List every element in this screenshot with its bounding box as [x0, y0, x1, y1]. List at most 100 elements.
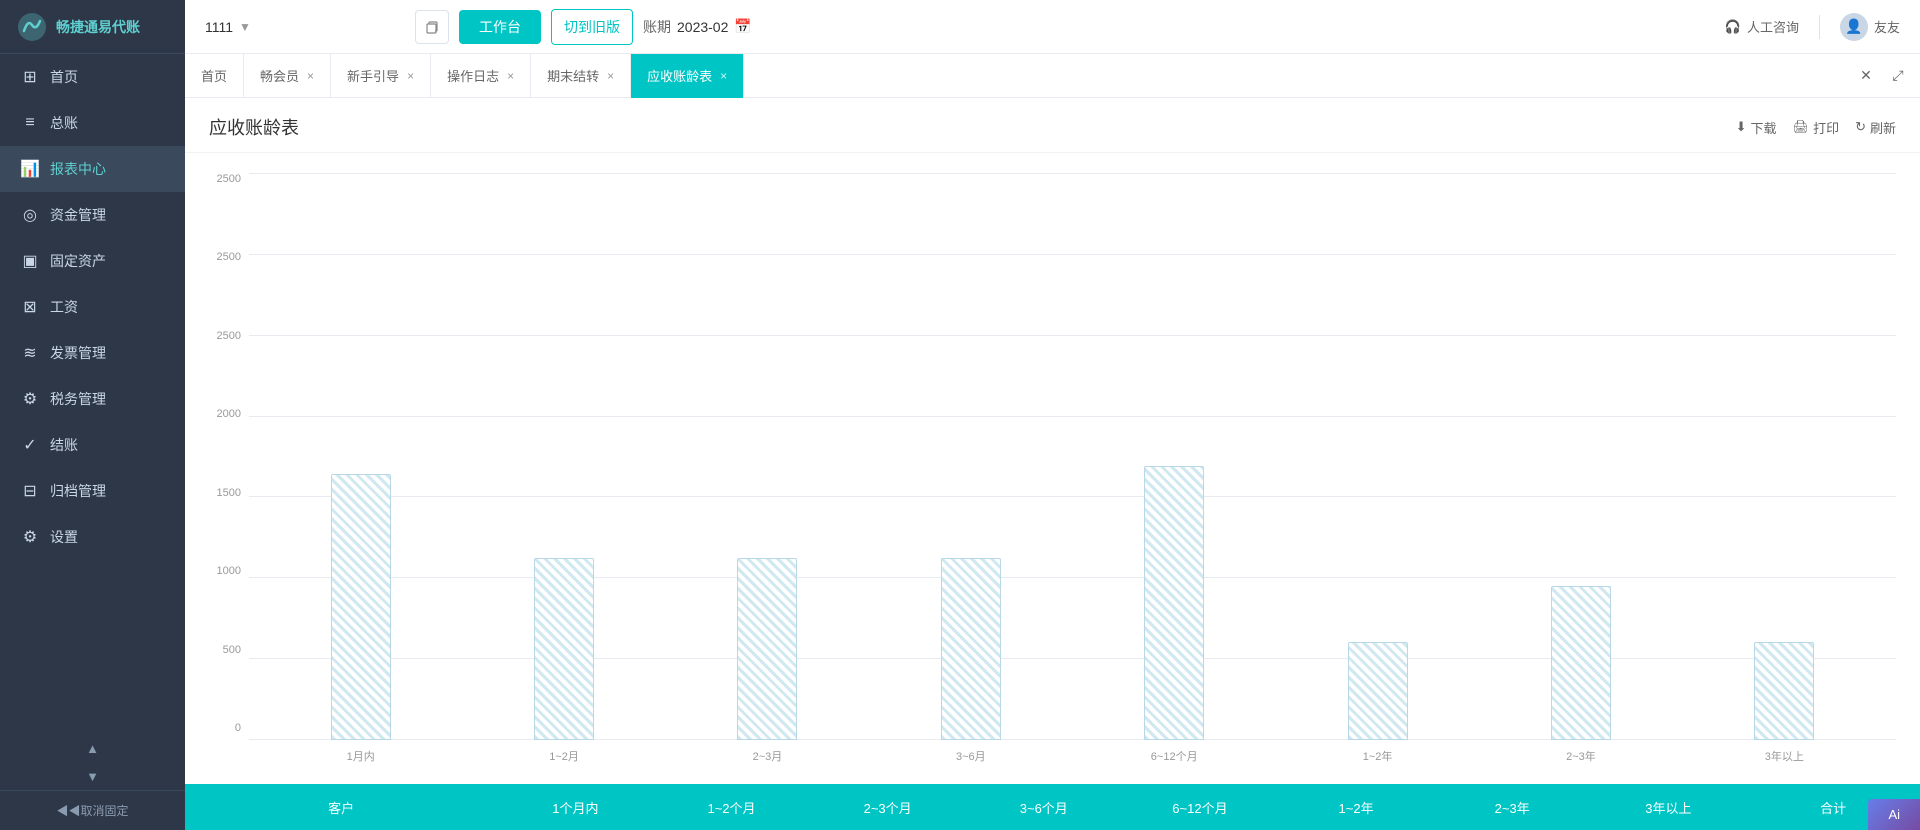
nav-icon-invoice: ≋ — [20, 343, 40, 363]
chart-bar[interactable] — [1144, 466, 1204, 740]
copy-icon-btn[interactable] — [415, 10, 449, 44]
table-header: 客户1个月内1~2个月2~3个月3~6个月6~12个月1~2年2~3年3年以上合… — [185, 784, 1920, 830]
download-icon: ⬇ — [1736, 119, 1747, 135]
table-header-cell: 2~3个月 — [810, 798, 966, 817]
bar-group — [1348, 642, 1408, 740]
tab-close-aging[interactable]: × — [720, 69, 727, 83]
sidebar-item-checkout[interactable]: ✓ 结账 — [0, 422, 185, 468]
bar-group — [941, 558, 1001, 740]
sidebar-logo: 畅捷通易代账 — [0, 0, 185, 54]
sidebar-item-payroll[interactable]: ⊠ 工资 — [0, 284, 185, 330]
sidebar-item-ledger[interactable]: ≡ 总账 — [0, 100, 185, 146]
nav-icon-funds: ◎ — [20, 205, 40, 225]
sidebar-item-settings[interactable]: ⚙ 设置 — [0, 514, 185, 560]
bar-group — [534, 558, 594, 740]
nav-icon-payroll: ⊠ — [20, 297, 40, 317]
period-value: 2023-02 — [677, 19, 728, 35]
chart-bar[interactable] — [1348, 642, 1408, 740]
tabs-bar: 首页畅会员×新手引导×操作日志×期末结转×应收账龄表× ✕ ⤢ — [185, 54, 1920, 98]
switch-version-button[interactable]: 切到旧版 — [551, 9, 633, 45]
x-labels: 1月内1~2月2~3月3~6月6~12个月1~2年2~3年3年以上 — [249, 740, 1896, 764]
sidebar-nav: ⊞ 首页 ≡ 总账 📊 报表中心 ◎ 资金管理 ▣ 固定资产 ⊠ 工资 ≋ 发票… — [0, 54, 185, 734]
sidebar-item-assets[interactable]: ▣ 固定资产 — [0, 238, 185, 284]
cancel-fixed-btn[interactable]: ◀◀取消固定 — [0, 790, 185, 830]
nav-icon-tax: ⚙ — [20, 389, 40, 409]
tab-close-guide[interactable]: × — [407, 69, 414, 83]
service-button[interactable]: 🎧 人工咨询 — [1725, 17, 1799, 36]
company-dropdown-arrow[interactable]: ▼ — [239, 20, 251, 34]
table-header-cell: 客户 — [185, 798, 497, 817]
scroll-up-btn[interactable]: ▲ — [0, 734, 185, 762]
period-display: 账期 2023-02 📅 — [643, 17, 752, 37]
chart-bar[interactable] — [331, 474, 391, 740]
y-axis-label: 2500 — [217, 173, 241, 185]
sidebar-item-reports[interactable]: 📊 报表中心 — [0, 146, 185, 192]
calendar-icon[interactable]: 📅 — [734, 18, 751, 35]
table-header-cell: 1~2个月 — [653, 798, 809, 817]
sidebar: 畅捷通易代账 ⊞ 首页 ≡ 总账 📊 报表中心 ◎ 资金管理 ▣ 固定资产 ⊠ … — [0, 0, 185, 830]
nav-label-ledger: 总账 — [50, 113, 78, 133]
expand-tab-btn[interactable]: ⤢ — [1884, 62, 1912, 90]
y-axis-label: 1500 — [217, 487, 241, 499]
y-axis-label: 2500 — [217, 330, 241, 342]
tab-close-oplog[interactable]: × — [507, 69, 514, 83]
user-avatar: 👤 — [1840, 13, 1868, 41]
chart-bar[interactable] — [1551, 586, 1611, 740]
chart-bar[interactable] — [737, 558, 797, 740]
sidebar-item-archive[interactable]: ⊟ 归档管理 — [0, 468, 185, 514]
chart-bar[interactable] — [534, 558, 594, 740]
table-header-cell: 1个月内 — [497, 798, 653, 817]
print-button[interactable]: 🖨 打印 — [1793, 118, 1840, 137]
content-header: 应收账龄表 ⬇ 下载 🖨 打印 ↻ 刷新 — [185, 98, 1920, 153]
print-label: 打印 — [1813, 118, 1839, 137]
nav-label-payroll: 工资 — [50, 297, 78, 317]
sidebar-item-funds[interactable]: ◎ 资金管理 — [0, 192, 185, 238]
nav-label-tax: 税务管理 — [50, 389, 106, 409]
print-icon: 🖨 — [1793, 119, 1810, 135]
nav-icon-ledger: ≡ — [20, 113, 40, 133]
nav-label-invoice: 发票管理 — [50, 343, 106, 363]
topbar-right: 🎧 人工咨询 👤 友友 — [1725, 13, 1900, 41]
tab-home[interactable]: 首页 — [185, 54, 244, 98]
workbench-button[interactable]: 工作台 — [459, 10, 541, 44]
chart-bar[interactable] — [941, 558, 1001, 740]
download-label: 下载 — [1751, 118, 1777, 137]
ai-badge[interactable]: Ai — [1868, 799, 1920, 830]
refresh-button[interactable]: ↻ 刷新 — [1855, 118, 1896, 137]
nav-label-reports: 报表中心 — [50, 159, 106, 179]
tab-oplog[interactable]: 操作日志× — [431, 54, 531, 98]
tab-label-guide: 新手引导 — [347, 66, 399, 85]
logo-icon — [16, 11, 48, 43]
topbar-divider — [1819, 15, 1820, 39]
tab-vip[interactable]: 畅会员× — [244, 54, 331, 98]
close-tab-btn[interactable]: ✕ — [1852, 62, 1880, 90]
nav-label-assets: 固定资产 — [50, 251, 106, 271]
content-panel: 应收账龄表 ⬇ 下载 🖨 打印 ↻ 刷新 — [185, 98, 1920, 830]
nav-label-funds: 资金管理 — [50, 205, 106, 225]
tab-yearend[interactable]: 期末结转 × — [531, 54, 631, 98]
chart-bar[interactable] — [1754, 642, 1814, 740]
x-axis-label: 2~3月 — [737, 748, 797, 764]
sidebar-item-home[interactable]: ⊞ 首页 — [0, 54, 185, 100]
tab-label-yearend: 期末结转 — [547, 66, 599, 85]
y-axis-label: 500 — [223, 644, 241, 656]
tab-aging[interactable]: 应收账龄表× — [631, 54, 744, 98]
tabs-actions: ✕ ⤢ — [1852, 62, 1920, 90]
sidebar-item-tax[interactable]: ⚙ 税务管理 — [0, 376, 185, 422]
chart-main: 1月内1~2月2~3月3~6月6~12个月1~2年2~3年3年以上 — [249, 173, 1896, 764]
sidebar-item-invoice[interactable]: ≋ 发票管理 — [0, 330, 185, 376]
tab-guide[interactable]: 新手引导 × — [331, 54, 431, 98]
bar-group — [1754, 642, 1814, 740]
tab-label-home: 首页 — [201, 66, 227, 85]
table-header-cell: 6~12个月 — [1122, 798, 1278, 817]
bar-chart: 2500250025002000150010005000 1月内1~2月2~3月… — [209, 173, 1896, 764]
grid-and-bars — [249, 173, 1896, 740]
ai-label: Ai — [1888, 807, 1900, 822]
tab-close-yearend[interactable]: × — [607, 69, 614, 83]
scroll-down-btn[interactable]: ▼ — [0, 762, 185, 790]
tab-close-vip[interactable]: × — [307, 69, 314, 83]
company-selector[interactable]: 1111 ▼ — [205, 19, 405, 35]
user-menu[interactable]: 👤 友友 — [1840, 13, 1900, 41]
download-button[interactable]: ⬇ 下载 — [1736, 118, 1777, 137]
x-axis-label: 3~6月 — [941, 748, 1001, 764]
